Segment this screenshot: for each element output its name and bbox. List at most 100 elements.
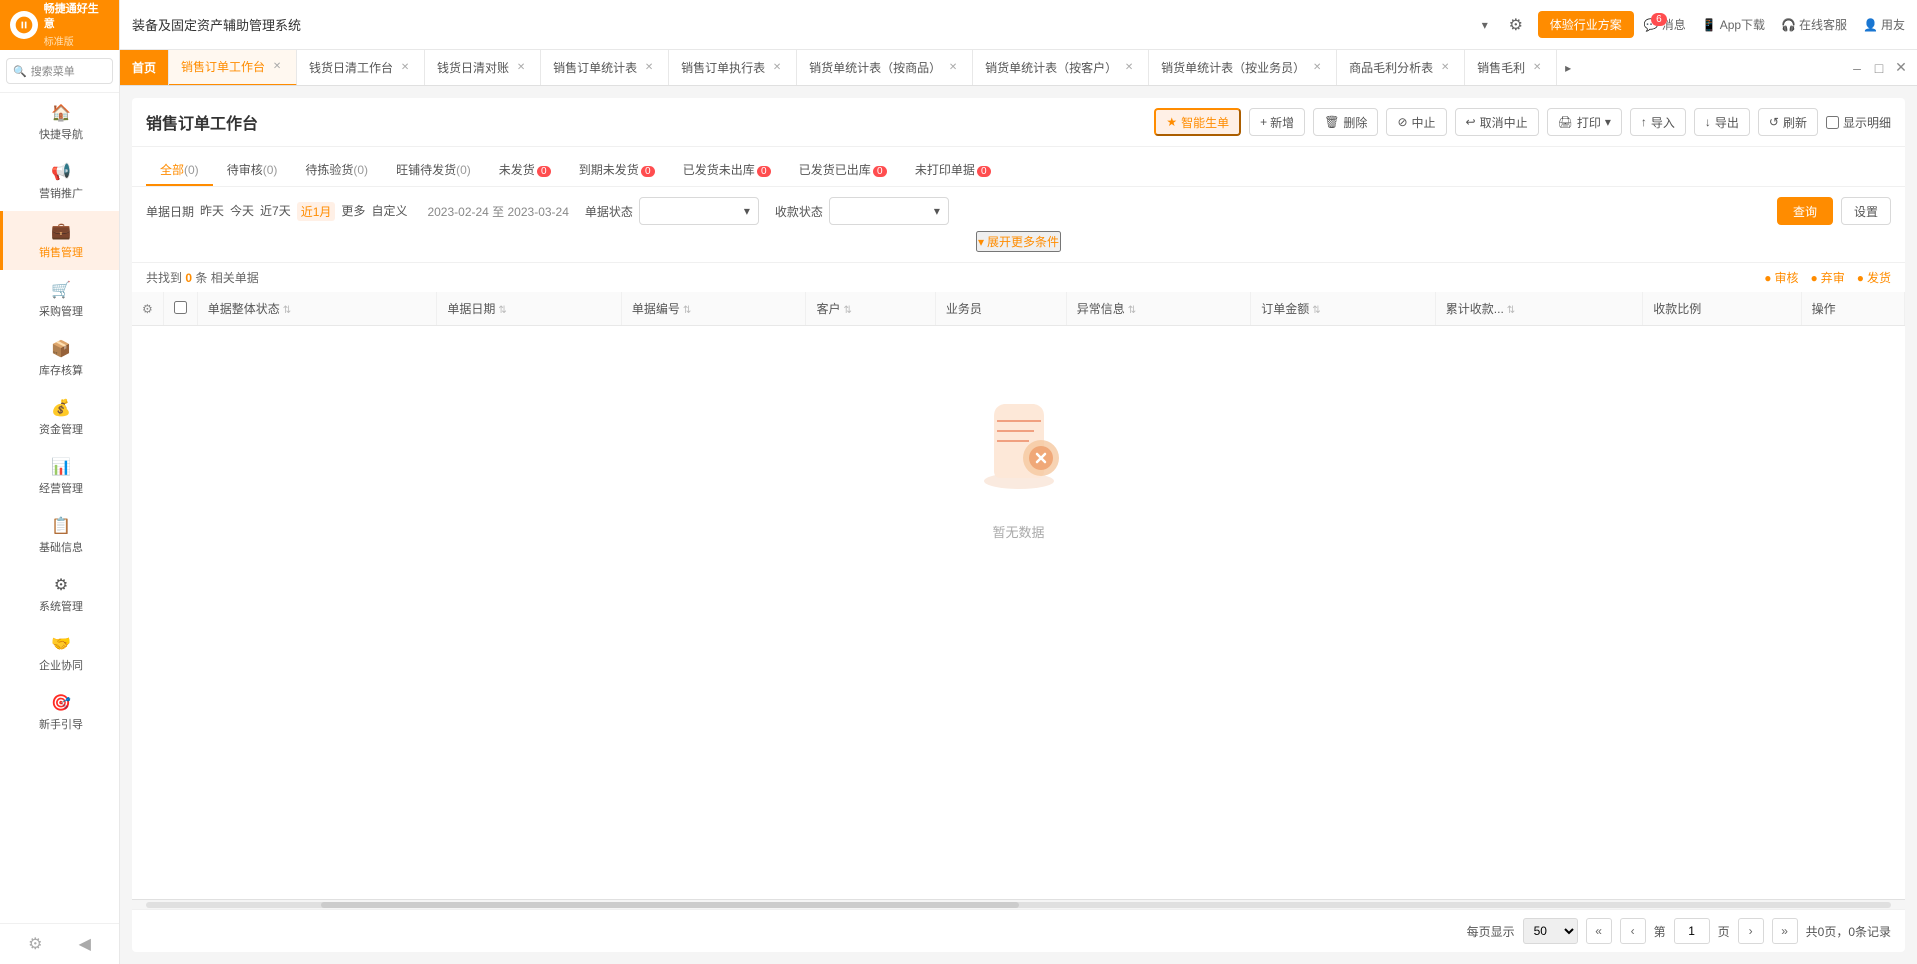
settings-button[interactable]: ⚙: [1504, 13, 1528, 37]
tab-close-cash-reconcile[interactable]: ✕: [514, 61, 528, 75]
message-button[interactable]: 💬 6 消息: [1644, 16, 1686, 33]
sidebar-item-enterprise[interactable]: 🤝 企业协同: [0, 624, 119, 683]
sidebar-item-label: 采购管理: [39, 303, 83, 319]
filter-tab-expired-not-shipped[interactable]: 到期未发货0: [565, 155, 669, 186]
th-date: 单据日期⇅: [437, 292, 622, 326]
horizontal-scroll[interactable]: [132, 899, 1905, 909]
sidebar-item-quick-nav[interactable]: 🏠 快捷导航: [0, 93, 119, 152]
revoke-action[interactable]: ● 弃审: [1810, 269, 1844, 286]
th-ratio-label: 收款比例: [1653, 302, 1701, 316]
app-logo: 畅捷通好生意 标准版: [0, 0, 119, 50]
experience-button[interactable]: 体验行业方案: [1538, 11, 1634, 38]
tab-cash-reconcile[interactable]: 钱货日清对账 ✕: [425, 50, 541, 86]
tab-close-cash-daily[interactable]: ✕: [398, 61, 412, 75]
sidebar-item-inventory[interactable]: 📦 库存核算: [0, 329, 119, 388]
tab-sales-by-product[interactable]: 销货单统计表（按商品） ✕: [797, 50, 973, 86]
prev-page-button[interactable]: ‹: [1620, 918, 1646, 944]
window-close-button[interactable]: ✕: [1891, 58, 1911, 78]
scroll-track[interactable]: [146, 902, 1891, 908]
filter-tab-all[interactable]: 全部(0): [146, 155, 213, 186]
select-all-checkbox[interactable]: [174, 301, 187, 314]
first-page-button[interactable]: «: [1586, 918, 1612, 944]
filter-area: 单据日期 昨天 今天 近7天 近1月 更多 自定义 2023-02-24 至 2…: [132, 187, 1905, 263]
filter-tab-shipped-out[interactable]: 已发货已出库0: [785, 155, 901, 186]
sidebar-collapse-button[interactable]: ◀: [79, 934, 91, 954]
add-button[interactable]: + 新增: [1249, 108, 1305, 136]
tab-close-sales-more[interactable]: ✕: [1530, 61, 1544, 75]
date-link-more[interactable]: 更多: [341, 202, 365, 221]
filter-tab-not-printed[interactable]: 未打印单据0: [901, 155, 1005, 186]
next-page-button[interactable]: ›: [1738, 918, 1764, 944]
window-min-button[interactable]: –: [1847, 58, 1867, 78]
filter-tab-pending-review[interactable]: 待审核(0): [213, 155, 292, 186]
filter-tab-shipped-not-out[interactable]: 已发货未出库0: [669, 155, 785, 186]
query-button[interactable]: 查询: [1777, 197, 1833, 225]
date-link-yesterday[interactable]: 昨天: [200, 202, 224, 221]
tab-home[interactable]: 首页: [120, 50, 169, 86]
filter-tab-pending-inspect[interactable]: 待拣验货(0): [291, 155, 382, 186]
filter-tab-not-shipped[interactable]: 未发货0: [485, 155, 565, 186]
th-settings[interactable]: ⚙: [132, 292, 163, 326]
online-service-button[interactable]: 🎧 在线客服: [1781, 16, 1847, 33]
approve-action[interactable]: ● 审核: [1764, 269, 1798, 286]
user-button[interactable]: 👤 用友: [1863, 16, 1905, 33]
tab-close-sales-by-product[interactable]: ✕: [946, 61, 960, 75]
set-button[interactable]: 设置: [1841, 197, 1891, 225]
tab-gross-profit[interactable]: 商品毛利分析表 ✕: [1337, 50, 1465, 86]
sort-icon: ⇅: [498, 305, 506, 316]
filter-tab-count-badge: 0: [757, 166, 771, 177]
sidebar-item-purchase[interactable]: 🛒 采购管理: [0, 270, 119, 329]
print-button[interactable]: 🖨 打印 ▾: [1547, 108, 1622, 136]
last-page-button[interactable]: »: [1772, 918, 1798, 944]
import-button[interactable]: ↑ 导入: [1630, 108, 1686, 136]
tab-cash-daily[interactable]: 钱货日清工作台 ✕: [297, 50, 425, 86]
date-link-7days[interactable]: 近7天: [260, 202, 291, 221]
show-detail-checkbox[interactable]: [1826, 116, 1839, 129]
page-input[interactable]: [1674, 918, 1710, 944]
sidebar-item-guide[interactable]: 🎯 新手引导: [0, 683, 119, 742]
stop-icon: ⊘: [1397, 115, 1407, 129]
ship-action[interactable]: ● 发货: [1857, 269, 1891, 286]
cancel-stop-button[interactable]: ↩ 取消中止: [1455, 108, 1539, 136]
page-size-select[interactable]: 50 100 200: [1523, 918, 1578, 944]
window-restore-button[interactable]: □: [1869, 58, 1889, 78]
tab-sales-stats[interactable]: 销售订单统计表 ✕: [541, 50, 669, 86]
delete-button[interactable]: 🗑 删除: [1313, 108, 1378, 136]
sidebar-item-marketing[interactable]: 📢 营销推广: [0, 152, 119, 211]
scroll-thumb[interactable]: [321, 902, 1019, 908]
export-button[interactable]: ↓ 导出: [1694, 108, 1750, 136]
sidebar-item-base-info[interactable]: 📋 基础信息: [0, 506, 119, 565]
tab-sales-by-customer[interactable]: 销货单统计表（按客户） ✕: [973, 50, 1149, 86]
system-expand-button[interactable]: ▾: [1476, 16, 1494, 34]
date-link-custom[interactable]: 自定义: [371, 202, 407, 221]
tab-close-sales-stats[interactable]: ✕: [642, 61, 656, 75]
tab-sales-more[interactable]: 销售毛利 ✕: [1465, 50, 1557, 86]
sidebar-settings-button[interactable]: ⚙: [28, 934, 42, 954]
status-select[interactable]: ▾: [639, 197, 759, 225]
expand-filter-button[interactable]: ▾ 展开更多条件: [976, 231, 1061, 252]
tab-sales-exec[interactable]: 销售订单执行表 ✕: [669, 50, 797, 86]
tab-sales-workbench[interactable]: 销售订单工作台 ✕: [169, 50, 297, 86]
tab-sales-by-staff[interactable]: 销货单统计表（按业务员） ✕: [1149, 50, 1337, 86]
filter-tab-count-badge: 0: [537, 166, 551, 177]
filter-tab-wangpu-ship[interactable]: 旺铺待发货(0): [382, 155, 485, 186]
date-link-1month[interactable]: 近1月: [297, 202, 336, 221]
sidebar-item-business[interactable]: 📊 经营管理: [0, 447, 119, 506]
app-download-button[interactable]: 📱 App下载: [1702, 16, 1765, 33]
payment-select[interactable]: ▾: [829, 197, 949, 225]
tab-close-sales-exec[interactable]: ✕: [770, 61, 784, 75]
tab-close-sales-workbench[interactable]: ✕: [270, 60, 284, 74]
sidebar-item-finance[interactable]: 💰 资金管理: [0, 388, 119, 447]
stop-button[interactable]: ⊘ 中止: [1386, 108, 1446, 136]
tab-close-gross-profit[interactable]: ✕: [1438, 61, 1452, 75]
tab-more-button[interactable]: ▸: [1557, 61, 1579, 75]
sidebar-item-system[interactable]: ⚙ 系统管理: [0, 565, 119, 624]
tab-close-sales-by-staff[interactable]: ✕: [1310, 61, 1324, 75]
refresh-button[interactable]: ↺ 刷新: [1758, 108, 1818, 136]
smart-generate-button[interactable]: ★ 智能生单: [1154, 108, 1241, 136]
sidebar-item-sales[interactable]: 💼 销售管理: [0, 211, 119, 270]
date-link-today[interactable]: 今天: [230, 202, 254, 221]
tab-close-sales-by-customer[interactable]: ✕: [1122, 61, 1136, 75]
search-menu-button[interactable]: 🔍 搜索菜单: [6, 58, 113, 84]
tab-label: 销售订单执行表: [681, 59, 765, 76]
